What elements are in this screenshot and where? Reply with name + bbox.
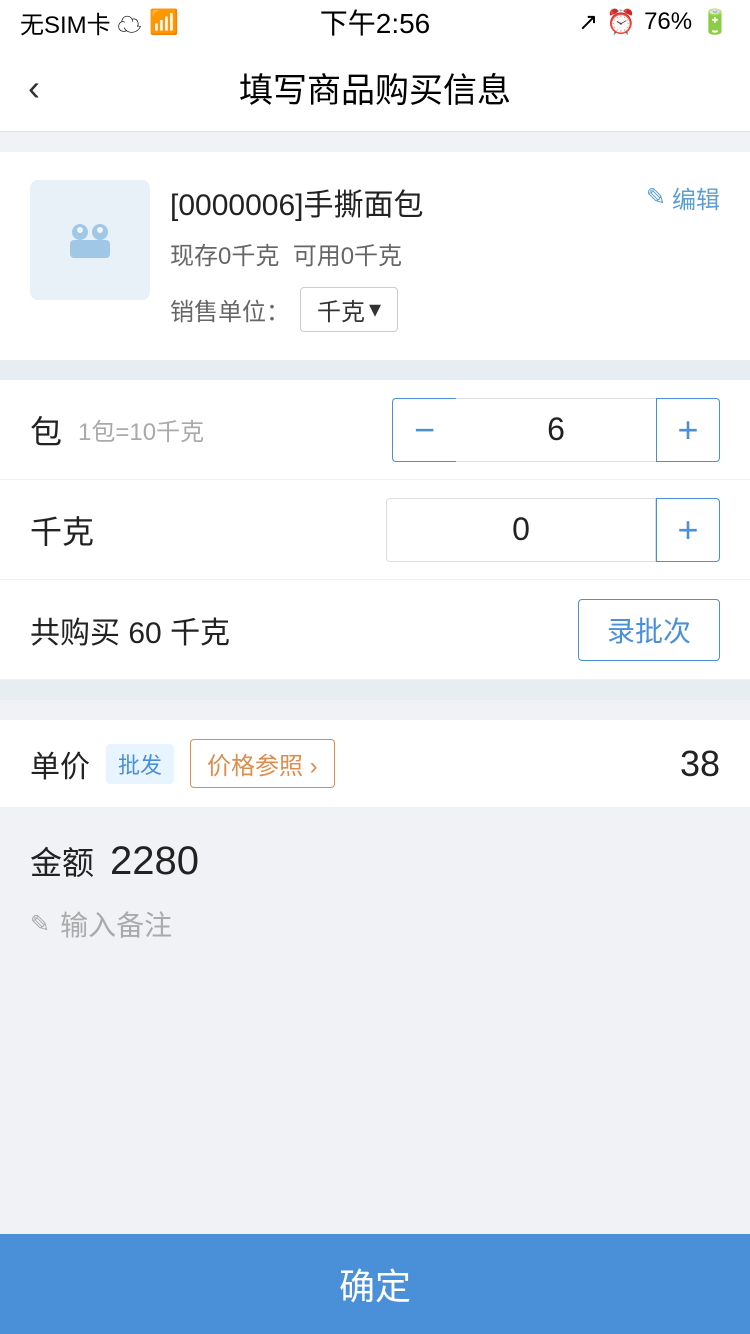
batch-button[interactable]: 录批次 [578, 599, 720, 661]
price-label: 单价 [30, 742, 90, 786]
input-section: 包 1包=10千克 − + 千克 + 共购买 60 千克 录批次 [0, 380, 750, 680]
bao-label: 包 1包=10千克 [30, 407, 392, 453]
status-left: 无SIM卡 ☁ 📶 [20, 5, 179, 40]
confirm-button[interactable]: 确定 [0, 1234, 750, 1334]
sim-label: 无SIM卡 ☁ [20, 5, 141, 40]
price-ref-button[interactable]: 价格参照 › [190, 739, 335, 788]
alarm-icon: ⏰ [606, 8, 636, 37]
bottom-space [0, 964, 750, 1234]
battery-label: 76% [644, 8, 692, 36]
kg-input-row: 千克 + [0, 480, 750, 580]
unit-select[interactable]: 千克 ▾ [300, 287, 398, 332]
nav-bar: ‹ 填写商品购买信息 [0, 44, 750, 132]
product-logo-icon [60, 210, 120, 270]
page-title: 填写商品购买信息 [239, 63, 511, 112]
product-unit: 销售单位： 千克 ▾ [170, 287, 720, 332]
product-stock: 现存0千克 可用0千克 [170, 236, 720, 271]
amount-value: 2280 [110, 839, 199, 884]
price-value: 38 [680, 743, 720, 785]
bao-hint: 1包=10千克 [78, 412, 204, 447]
bao-qty-control: − + [392, 398, 720, 462]
product-card: [0000006]手撕面包 现存0千克 可用0千克 销售单位： 千克 ▾ ✎ 编… [0, 152, 750, 360]
kg-qty-control: + [386, 498, 720, 562]
remark-placeholder: 输入备注 [60, 904, 172, 944]
product-image [30, 180, 150, 300]
edit-button[interactable]: ✎ 编辑 [646, 180, 720, 215]
edit-icon: ✎ [646, 183, 666, 212]
status-time: 下午2:56 [320, 2, 431, 42]
status-bar: 无SIM卡 ☁ 📶 下午2:56 ↗ ⏰ 76% 🔋 [0, 0, 750, 44]
summary-row: 共购买 60 千克 录批次 [0, 580, 750, 680]
product-name: [0000006]手撕面包 [170, 180, 720, 224]
kg-label: 千克 [30, 507, 386, 553]
amount-label: 金额 [30, 838, 94, 884]
remark-icon: ✎ [30, 910, 50, 939]
status-right: ↗ ⏰ 76% 🔋 [578, 8, 730, 37]
kg-qty-input[interactable] [386, 498, 656, 562]
product-info: [0000006]手撕面包 现存0千克 可用0千克 销售单位： 千克 ▾ [170, 180, 720, 332]
bao-plus-button[interactable]: + [656, 398, 720, 462]
bao-minus-button[interactable]: − [392, 398, 456, 462]
separator-1 [0, 360, 750, 380]
separator-2 [0, 680, 750, 700]
bao-input-row: 包 1包=10千克 − + [0, 380, 750, 480]
remark-row[interactable]: ✎ 输入备注 [30, 904, 720, 944]
price-row: 单价 批发 价格参照 › 38 [0, 720, 750, 808]
kg-plus-button[interactable]: + [656, 498, 720, 562]
wifi-icon: 📶 [149, 8, 179, 37]
back-button[interactable]: ‹ [28, 67, 40, 109]
location-icon: ↗ [578, 8, 598, 37]
bao-qty-input[interactable] [456, 398, 656, 462]
amount-row: 金额 2280 [30, 838, 720, 884]
price-tag: 批发 [106, 744, 174, 784]
battery-icon: 🔋 [700, 8, 730, 37]
summary-text: 共购买 60 千克 [30, 608, 230, 652]
price-section: 单价 批发 价格参照 › 38 [0, 720, 750, 808]
amount-section: 金额 2280 ✎ 输入备注 [0, 808, 750, 964]
